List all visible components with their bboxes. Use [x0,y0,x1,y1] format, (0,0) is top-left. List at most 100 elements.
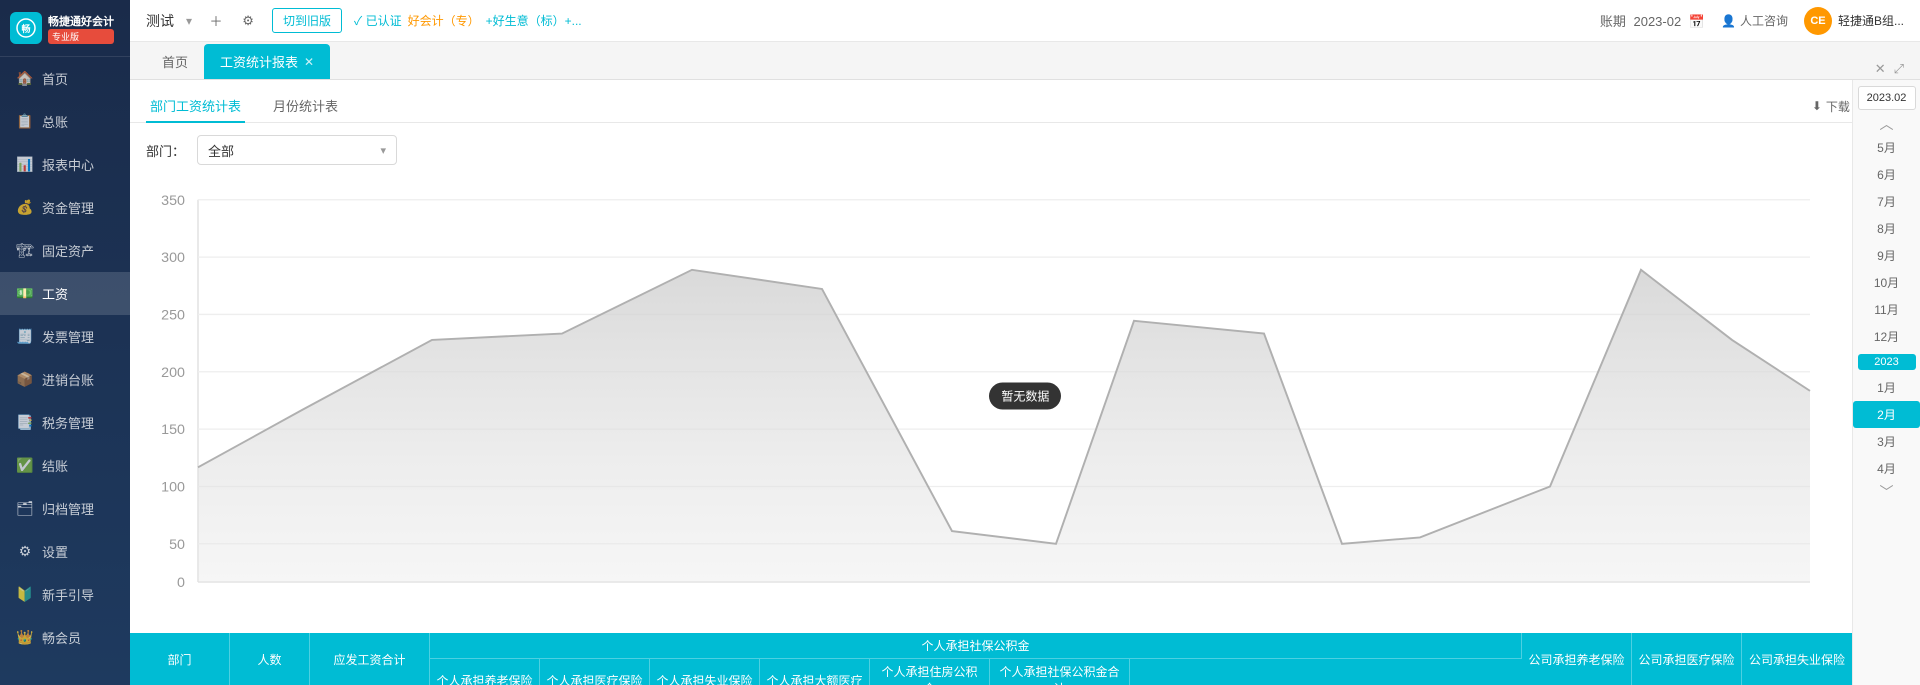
th-personal-unemployment: 个人承担失业保险 [650,659,760,685]
page-tabs: 首页 工资统计报表 ✕ ✕ ⤢ [130,42,1920,80]
settlement-icon: ✅ [16,457,34,475]
sidebar-item-salary[interactable]: 💵 工资 [0,272,130,315]
sidebar-item-label: 设置 [42,542,68,561]
main-area: 测试 ▾ ＋ ⚙ 切到旧版 ✓ 已认证 好会计（专） +好生意（标）+... 账… [130,0,1920,685]
sidebar-item-assets[interactable]: 🏗 固定资产 [0,229,130,272]
th-personal-housing: 个人承担住房公积金 [870,659,990,685]
cal-month-5[interactable]: 5月 [1853,134,1920,161]
sales-icon: 📦 [16,371,34,389]
sidebar-item-settings[interactable]: ⚙ 设置 [0,530,130,573]
settings-button[interactable]: ⚙ [236,9,260,33]
sidebar-item-reports[interactable]: 📊 报表中心 [0,143,130,186]
dropdown-arrow-icon[interactable]: ▾ [186,14,192,28]
add-button[interactable]: ＋ [204,9,228,33]
sub-tab-department[interactable]: 部门工资统计表 [146,90,245,123]
user-menu[interactable]: CE 轻捷通B组... [1804,7,1904,35]
invoice-icon: 🧾 [16,328,34,346]
help-icon: 👤 [1721,14,1736,28]
sidebar-item-home[interactable]: 🏠 首页 [0,57,130,100]
th-personal-medical: 个人承担医疗保险 [540,659,650,685]
th-group-personal: 个人承担社保公积金 个人承担养老保险 个人承担医疗保险 个人承担失业保险 个人承… [430,633,1522,685]
th-count: 人数 [230,633,310,685]
dept-filter-select[interactable]: 全部 ▾ [197,135,397,165]
sidebar-item-ledger[interactable]: 📋 总账 [0,100,130,143]
user-name: 轻捷通B组... [1838,12,1904,29]
cal-month-11[interactable]: 11月 [1853,296,1920,323]
sidebar-item-invoice[interactable]: 🧾 发票管理 [0,315,130,358]
guide-icon: 🔰 [16,586,34,604]
th-company-medical: 公司承担医疗保险 [1632,633,1742,685]
svg-text:200: 200 [161,364,185,380]
period-value: 2023-02 [1633,14,1681,29]
archive-icon: 🗂 [16,500,34,518]
avatar: CE [1804,7,1832,35]
sidebar-item-label: 固定资产 [42,241,94,260]
cal-prev-icon[interactable]: ︿ [1877,114,1897,134]
dept-filter-label: 部门： [146,141,185,160]
sidebar-item-label: 发票管理 [42,327,94,346]
tab-close-icon[interactable]: ✕ [304,55,314,69]
sidebar-item-tax[interactable]: 📑 税务管理 [0,401,130,444]
cal-next-icon[interactable]: ﹀ [1877,482,1897,502]
reports-icon: 📊 [16,156,34,174]
sidebar-item-member[interactable]: 👑 畅会员 [0,616,130,659]
th-company-unemployment: 公司承担失业保险 [1742,633,1852,685]
haoji-badge: 好会计（专） [408,12,480,29]
sidebar-menu: 🏠 首页 📋 总账 📊 报表中心 💰 资金管理 🏗 固定资产 💵 工资 🧾 发票… [0,57,130,685]
cal-month-7[interactable]: 7月 [1853,188,1920,215]
sidebar-item-guide[interactable]: 🔰 新手引导 [0,573,130,616]
svg-text:150: 150 [161,421,185,437]
logo-text: 畅捷通好会计 专业版 [48,13,114,44]
tax-icon: 📑 [16,414,34,432]
svg-text:0: 0 [177,574,185,590]
topbar-icons: ＋ ⚙ [204,9,260,33]
svg-text:畅: 畅 [21,23,30,34]
sub-tabs: 部门工资统计表 月份统计表 ⬇ 下载 ↻ 刷新 [130,80,1920,123]
calendar-icon[interactable]: 📅 [1689,14,1705,29]
download-button[interactable]: ⬇ 下载 [1812,98,1850,115]
maximize-window-icon[interactable]: ⤢ [1894,61,1904,77]
close-window-icon[interactable]: ✕ [1875,61,1886,77]
sidebar-item-settlement[interactable]: ✅ 结账 [0,444,130,487]
switch-version-button[interactable]: 切到旧版 [272,8,342,33]
sidebar-item-label: 税务管理 [42,413,94,432]
download-icon: ⬇ [1812,99,1822,113]
content-area: 部门工资统计表 月份统计表 ⬇ 下载 ↻ 刷新 部门： 全部 ▾ [130,80,1920,685]
chevron-down-icon: ▾ [380,144,386,157]
cal-month-4[interactable]: 4月 [1853,455,1920,482]
tab-home[interactable]: 首页 [146,44,204,79]
sidebar-item-funds[interactable]: 💰 资金管理 [0,186,130,229]
svg-text:100: 100 [161,479,185,495]
cal-month-9[interactable]: 9月 [1853,242,1920,269]
salary-icon: 💵 [16,285,34,303]
sub-tab-monthly[interactable]: 月份统计表 [269,90,342,123]
calendar-year-input[interactable] [1858,86,1916,110]
calendar-panel: ︿ 5月 6月 7月 8月 9月 10月 11月 12月 2023 1月 2月 … [1852,80,1920,685]
sidebar-item-label: 首页 [42,69,68,88]
cal-month-8[interactable]: 8月 [1853,215,1920,242]
cal-month-10[interactable]: 10月 [1853,269,1920,296]
chart-tooltip: 暂无数据 [989,382,1061,409]
sidebar-item-sales[interactable]: 📦 进销台账 [0,358,130,401]
th-group-title: 个人承担社保公积金 [430,633,1522,659]
sidebar: 畅 畅捷通好会计 专业版 🏠 首页 📋 总账 📊 报表中心 💰 资金管理 🏗 固… [0,0,130,685]
help-button[interactable]: 👤 人工咨询 [1721,12,1788,29]
th-personal-major-medical: 个人承担大额医疗 [760,659,870,685]
sidebar-item-label: 归档管理 [42,499,94,518]
cal-month-3[interactable]: 3月 [1853,428,1920,455]
filter-value: 全部 [208,141,234,160]
tab-salary-report[interactable]: 工资统计报表 ✕ [204,44,330,79]
cal-month-2-active[interactable]: 2月 [1853,401,1920,428]
sidebar-item-label: 畅会员 [42,628,81,647]
assets-icon: 🏗 [16,242,34,260]
salary-chart: 350 300 250 200 150 100 50 0 [146,187,1836,633]
verified-badge: ✓ 已认证 [354,12,402,29]
cal-month-6[interactable]: 6月 [1853,161,1920,188]
th-personal-pension: 个人承担养老保险 [430,659,540,685]
th-total-salary: 应发工资合计 [310,633,430,685]
topbar: 测试 ▾ ＋ ⚙ 切到旧版 ✓ 已认证 好会计（专） +好生意（标）+... 账… [130,0,1920,42]
sidebar-item-archive[interactable]: 🗂 归档管理 [0,487,130,530]
cal-month-1[interactable]: 1月 [1853,374,1920,401]
logo-icon: 畅 [10,12,42,44]
cal-month-12[interactable]: 12月 [1853,323,1920,350]
